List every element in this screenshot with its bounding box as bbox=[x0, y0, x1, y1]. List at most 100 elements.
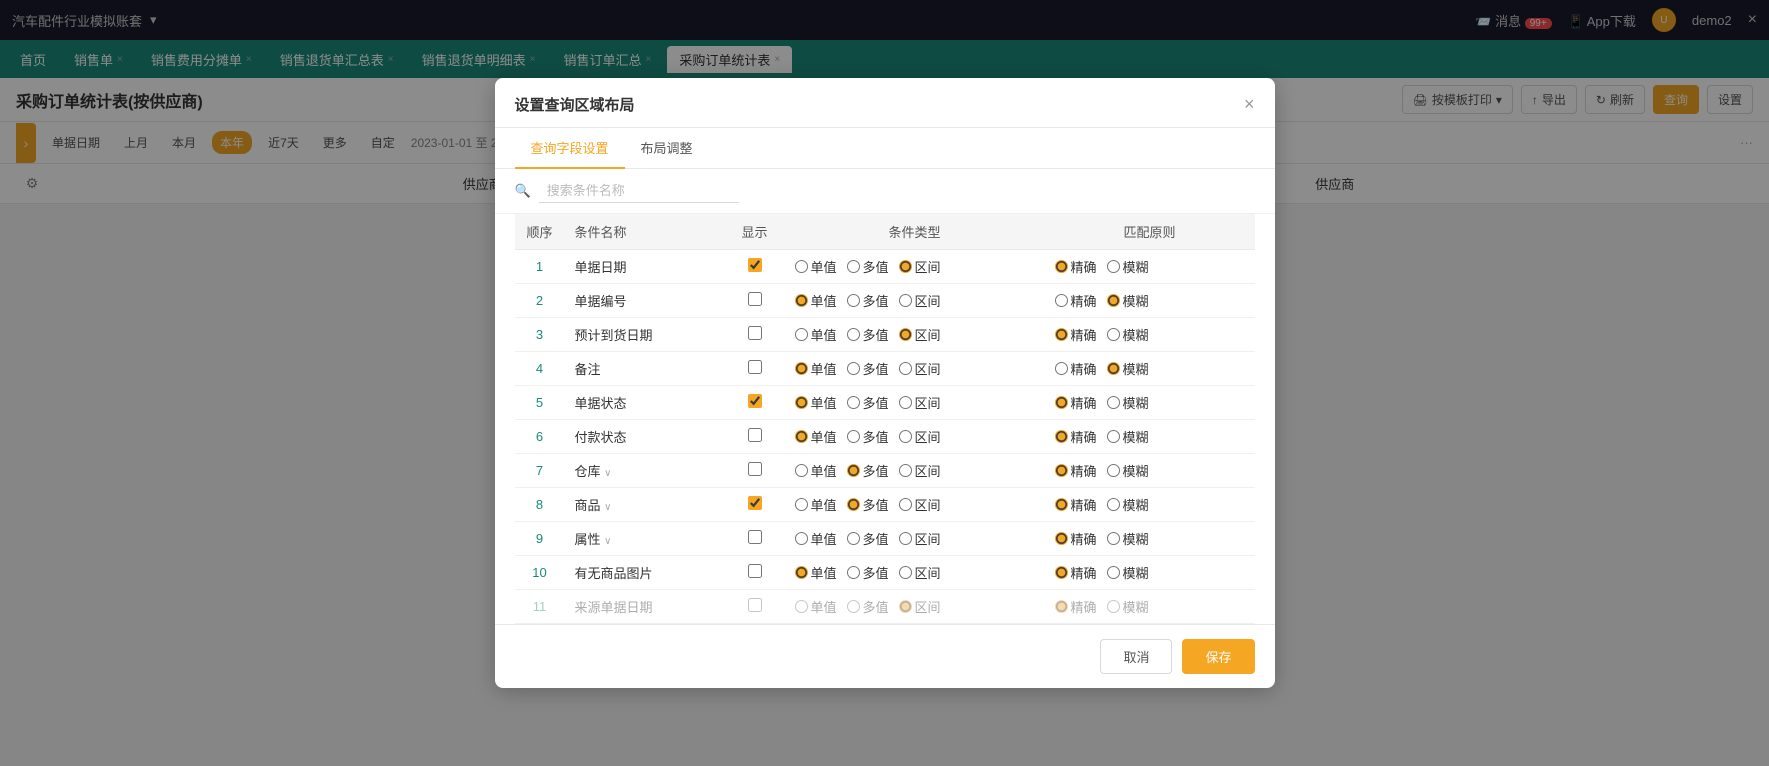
display-checkbox[interactable] bbox=[748, 530, 762, 544]
type-radio-item[interactable]: 单值 bbox=[795, 325, 837, 344]
type-radio-item[interactable]: 多值 bbox=[847, 461, 889, 480]
row-order: 4 bbox=[515, 352, 565, 386]
row-condition-name: 付款状态 bbox=[565, 420, 725, 454]
save-btn[interactable]: 保存 bbox=[1182, 639, 1254, 674]
row-order: 2 bbox=[515, 284, 565, 318]
match-radio-item[interactable]: 模糊 bbox=[1107, 393, 1149, 412]
cancel-btn[interactable]: 取消 bbox=[1100, 639, 1172, 674]
type-radio-item[interactable]: 多值 bbox=[847, 291, 889, 310]
type-radio-item[interactable]: 多值 bbox=[847, 427, 889, 446]
search-icon: 🔍 bbox=[515, 183, 531, 199]
row-condition-name: 备注 bbox=[565, 352, 725, 386]
match-radio-item[interactable]: 模糊 bbox=[1107, 461, 1149, 480]
type-radio-item[interactable]: 区间 bbox=[899, 495, 941, 514]
match-radio-item[interactable]: 精确 bbox=[1055, 325, 1097, 344]
row-condition-name: 商品 ∨ bbox=[565, 488, 725, 522]
row-display-checkbox-cell bbox=[725, 250, 785, 284]
display-checkbox[interactable] bbox=[748, 496, 762, 510]
match-radio-item[interactable]: 模糊 bbox=[1107, 291, 1149, 310]
row-match-cell: 精确模糊 bbox=[1045, 556, 1255, 590]
match-radio-item[interactable]: 精确 bbox=[1055, 563, 1097, 582]
match-radio-item[interactable]: 模糊 bbox=[1107, 563, 1149, 582]
display-checkbox[interactable] bbox=[748, 326, 762, 340]
type-radio-item[interactable]: 多值 bbox=[847, 597, 889, 616]
display-checkbox[interactable] bbox=[748, 428, 762, 442]
type-radio-item[interactable]: 单值 bbox=[795, 427, 837, 446]
row-match-cell: 精确模糊 bbox=[1045, 386, 1255, 420]
match-radio-item[interactable]: 精确 bbox=[1055, 393, 1097, 412]
row-order: 1 bbox=[515, 250, 565, 284]
row-type-cell: 单值多值区间 bbox=[785, 556, 1045, 590]
type-radio-item[interactable]: 单值 bbox=[795, 495, 837, 514]
type-radio-item[interactable]: 多值 bbox=[847, 325, 889, 344]
display-checkbox[interactable] bbox=[748, 462, 762, 476]
match-radio-item[interactable]: 精确 bbox=[1055, 597, 1097, 616]
type-radio-item[interactable]: 区间 bbox=[899, 325, 941, 344]
dialog-table-wrap: 顺序 条件名称 显示 条件类型 匹配原则 1单据日期单值多值区间精确模糊2单据编… bbox=[495, 214, 1275, 624]
row-condition-name: 仓库 ∨ bbox=[565, 454, 725, 488]
row-condition-name: 来源单据日期 bbox=[565, 590, 725, 624]
match-radio-item[interactable]: 精确 bbox=[1055, 359, 1097, 378]
row-match-cell: 精确模糊 bbox=[1045, 522, 1255, 556]
type-radio-item[interactable]: 多值 bbox=[847, 563, 889, 582]
match-radio-item[interactable]: 模糊 bbox=[1107, 427, 1149, 446]
type-radio-item[interactable]: 区间 bbox=[899, 359, 941, 378]
dialog-table: 顺序 条件名称 显示 条件类型 匹配原则 1单据日期单值多值区间精确模糊2单据编… bbox=[515, 214, 1255, 624]
row-display-checkbox-cell bbox=[725, 352, 785, 386]
display-checkbox[interactable] bbox=[748, 258, 762, 272]
match-radio-item[interactable]: 精确 bbox=[1055, 529, 1097, 548]
row-condition-name: 属性 ∨ bbox=[565, 522, 725, 556]
type-radio-item[interactable]: 区间 bbox=[899, 563, 941, 582]
type-radio-item[interactable]: 单值 bbox=[795, 597, 837, 616]
match-radio-item[interactable]: 模糊 bbox=[1107, 257, 1149, 276]
type-radio-item[interactable]: 单值 bbox=[795, 529, 837, 548]
dialog-tab-query-fields[interactable]: 查询字段设置 bbox=[515, 128, 625, 169]
search-input[interactable] bbox=[539, 179, 739, 203]
type-radio-item[interactable]: 区间 bbox=[899, 427, 941, 446]
type-radio-item[interactable]: 区间 bbox=[899, 393, 941, 412]
display-checkbox[interactable] bbox=[748, 598, 762, 612]
match-radio-item[interactable]: 精确 bbox=[1055, 291, 1097, 310]
type-radio-item[interactable]: 多值 bbox=[847, 495, 889, 514]
match-radio-item[interactable]: 模糊 bbox=[1107, 495, 1149, 514]
row-type-cell: 单值多值区间 bbox=[785, 352, 1045, 386]
match-radio-item[interactable]: 精确 bbox=[1055, 495, 1097, 514]
match-radio-item[interactable]: 精确 bbox=[1055, 427, 1097, 446]
dialog-close-btn[interactable]: × bbox=[1244, 94, 1255, 127]
type-radio-item[interactable]: 单值 bbox=[795, 257, 837, 276]
type-radio-item[interactable]: 多值 bbox=[847, 359, 889, 378]
type-radio-item[interactable]: 多值 bbox=[847, 529, 889, 548]
display-checkbox[interactable] bbox=[748, 394, 762, 408]
type-radio-item[interactable]: 区间 bbox=[899, 257, 941, 276]
type-radio-item[interactable]: 区间 bbox=[899, 597, 941, 616]
type-radio-item[interactable]: 单值 bbox=[795, 359, 837, 378]
display-checkbox[interactable] bbox=[748, 292, 762, 306]
table-row: 2单据编号单值多值区间精确模糊 bbox=[515, 284, 1255, 318]
row-match-cell: 精确模糊 bbox=[1045, 352, 1255, 386]
dialog-tab-layout[interactable]: 布局调整 bbox=[625, 128, 709, 169]
match-radio-item[interactable]: 精确 bbox=[1055, 461, 1097, 480]
match-radio-item[interactable]: 精确 bbox=[1055, 257, 1097, 276]
type-radio-item[interactable]: 区间 bbox=[899, 461, 941, 480]
type-radio-item[interactable]: 单值 bbox=[795, 461, 837, 480]
type-radio-item[interactable]: 多值 bbox=[847, 257, 889, 276]
match-radio-item[interactable]: 模糊 bbox=[1107, 359, 1149, 378]
row-display-checkbox-cell bbox=[725, 420, 785, 454]
type-radio-item[interactable]: 多值 bbox=[847, 393, 889, 412]
display-checkbox[interactable] bbox=[748, 360, 762, 374]
table-row: 6付款状态单值多值区间精确模糊 bbox=[515, 420, 1255, 454]
th-order: 顺序 bbox=[515, 214, 565, 250]
row-order: 9 bbox=[515, 522, 565, 556]
row-condition-name: 单据日期 bbox=[565, 250, 725, 284]
match-radio-item[interactable]: 模糊 bbox=[1107, 529, 1149, 548]
type-radio-item[interactable]: 区间 bbox=[899, 529, 941, 548]
match-radio-item[interactable]: 模糊 bbox=[1107, 597, 1149, 616]
type-radio-item[interactable]: 单值 bbox=[795, 393, 837, 412]
match-radio-item[interactable]: 模糊 bbox=[1107, 325, 1149, 344]
type-radio-item[interactable]: 单值 bbox=[795, 291, 837, 310]
display-checkbox[interactable] bbox=[748, 564, 762, 578]
type-radio-item[interactable]: 单值 bbox=[795, 563, 837, 582]
table-row: 7仓库 ∨单值多值区间精确模糊 bbox=[515, 454, 1255, 488]
type-radio-item[interactable]: 区间 bbox=[899, 291, 941, 310]
row-type-cell: 单值多值区间 bbox=[785, 284, 1045, 318]
